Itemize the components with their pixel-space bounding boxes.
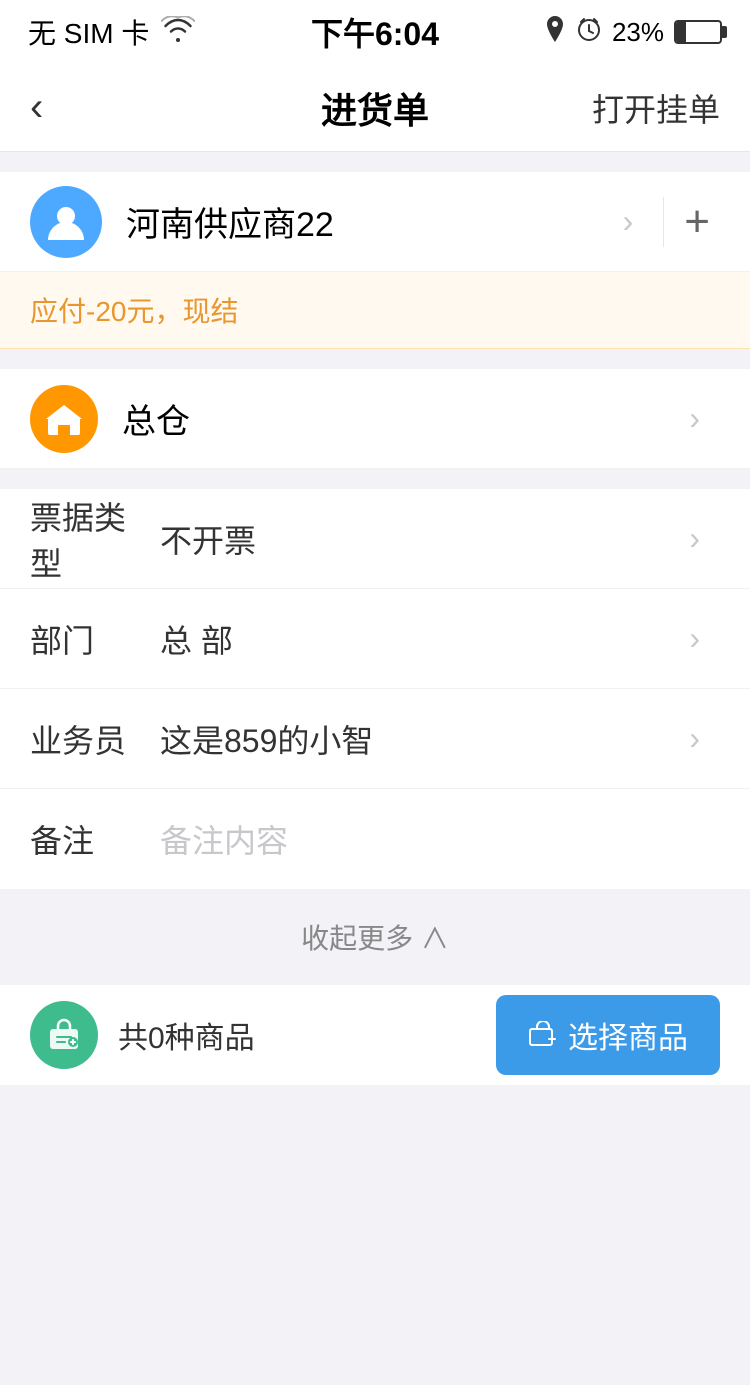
invoice-type-row[interactable]: 票据类型 不开票 ›	[0, 489, 750, 589]
status-bar: 无 SIM 卡 下午6:04 23%	[0, 0, 750, 64]
battery-percent: 23%	[612, 17, 664, 48]
back-button[interactable]: ‹	[30, 85, 90, 130]
battery-icon	[674, 20, 722, 44]
status-time: 下午6:04	[311, 9, 439, 55]
empty-area	[0, 1085, 750, 1385]
warehouse-name: 总仓	[122, 394, 689, 443]
supplier-divider	[663, 197, 664, 247]
supplier-section: 河南供应商22 › + 应付-20元，现结	[0, 172, 750, 349]
open-pending-button[interactable]: 打开挂单	[592, 85, 720, 131]
department-row[interactable]: 部门 总 部 ›	[0, 589, 750, 689]
supplier-name: 河南供应商22	[126, 197, 623, 246]
form-section: 票据类型 不开票 › 部门 总 部 › 业务员 这是859的小智 › 备注 备注…	[0, 489, 750, 889]
status-left: 无 SIM 卡	[28, 12, 195, 52]
add-supplier-button[interactable]: +	[674, 197, 720, 247]
bottom-bar: 共0种商品 选择商品	[0, 985, 750, 1085]
warehouse-chevron-icon: ›	[689, 400, 700, 437]
supplier-chevron-icon: ›	[623, 203, 634, 240]
salesperson-label: 业务员	[30, 716, 150, 762]
warehouse-icon	[30, 385, 98, 453]
page-title: 进货单	[321, 82, 429, 134]
alarm-icon	[576, 16, 602, 49]
department-value: 总 部	[160, 616, 689, 662]
supplier-avatar	[30, 186, 102, 258]
invoice-type-label: 票据类型	[30, 493, 150, 585]
salesperson-row[interactable]: 业务员 这是859的小智 ›	[0, 689, 750, 789]
salesperson-chevron-icon: ›	[689, 720, 700, 757]
salesperson-value: 这是859的小智	[160, 716, 689, 762]
select-goods-label: 选择商品	[568, 1013, 688, 1057]
notice-banner: 应付-20元，现结	[0, 272, 750, 349]
invoice-type-chevron-icon: ›	[689, 520, 700, 557]
invoice-type-value: 不开票	[160, 516, 689, 562]
remark-row[interactable]: 备注 备注内容	[0, 789, 750, 889]
content-area: 河南供应商22 › + 应付-20元，现结 总仓 › 票据类型 不开票 ›	[0, 152, 750, 1385]
remark-label: 备注	[30, 816, 150, 862]
collapse-label: 收起更多 ∧	[301, 923, 449, 954]
department-label: 部门	[30, 616, 150, 662]
carrier-label: 无 SIM 卡	[28, 12, 149, 52]
select-goods-button[interactable]: 选择商品	[496, 995, 720, 1075]
goods-count-label: 共0种商品	[118, 1013, 496, 1057]
wifi-icon	[161, 16, 195, 49]
collapse-more-button[interactable]: 收起更多 ∧	[0, 889, 750, 985]
warehouse-row[interactable]: 总仓 ›	[0, 369, 750, 469]
department-chevron-icon: ›	[689, 620, 700, 657]
nav-bar: ‹ 进货单 打开挂单	[0, 64, 750, 152]
location-icon	[544, 16, 566, 49]
remark-input[interactable]: 备注内容	[160, 816, 720, 862]
supplier-row[interactable]: 河南供应商22 › +	[0, 172, 750, 272]
status-right: 23%	[544, 16, 722, 49]
notice-text: 应付-20元，现结	[30, 296, 238, 327]
goods-icon	[30, 1001, 98, 1069]
